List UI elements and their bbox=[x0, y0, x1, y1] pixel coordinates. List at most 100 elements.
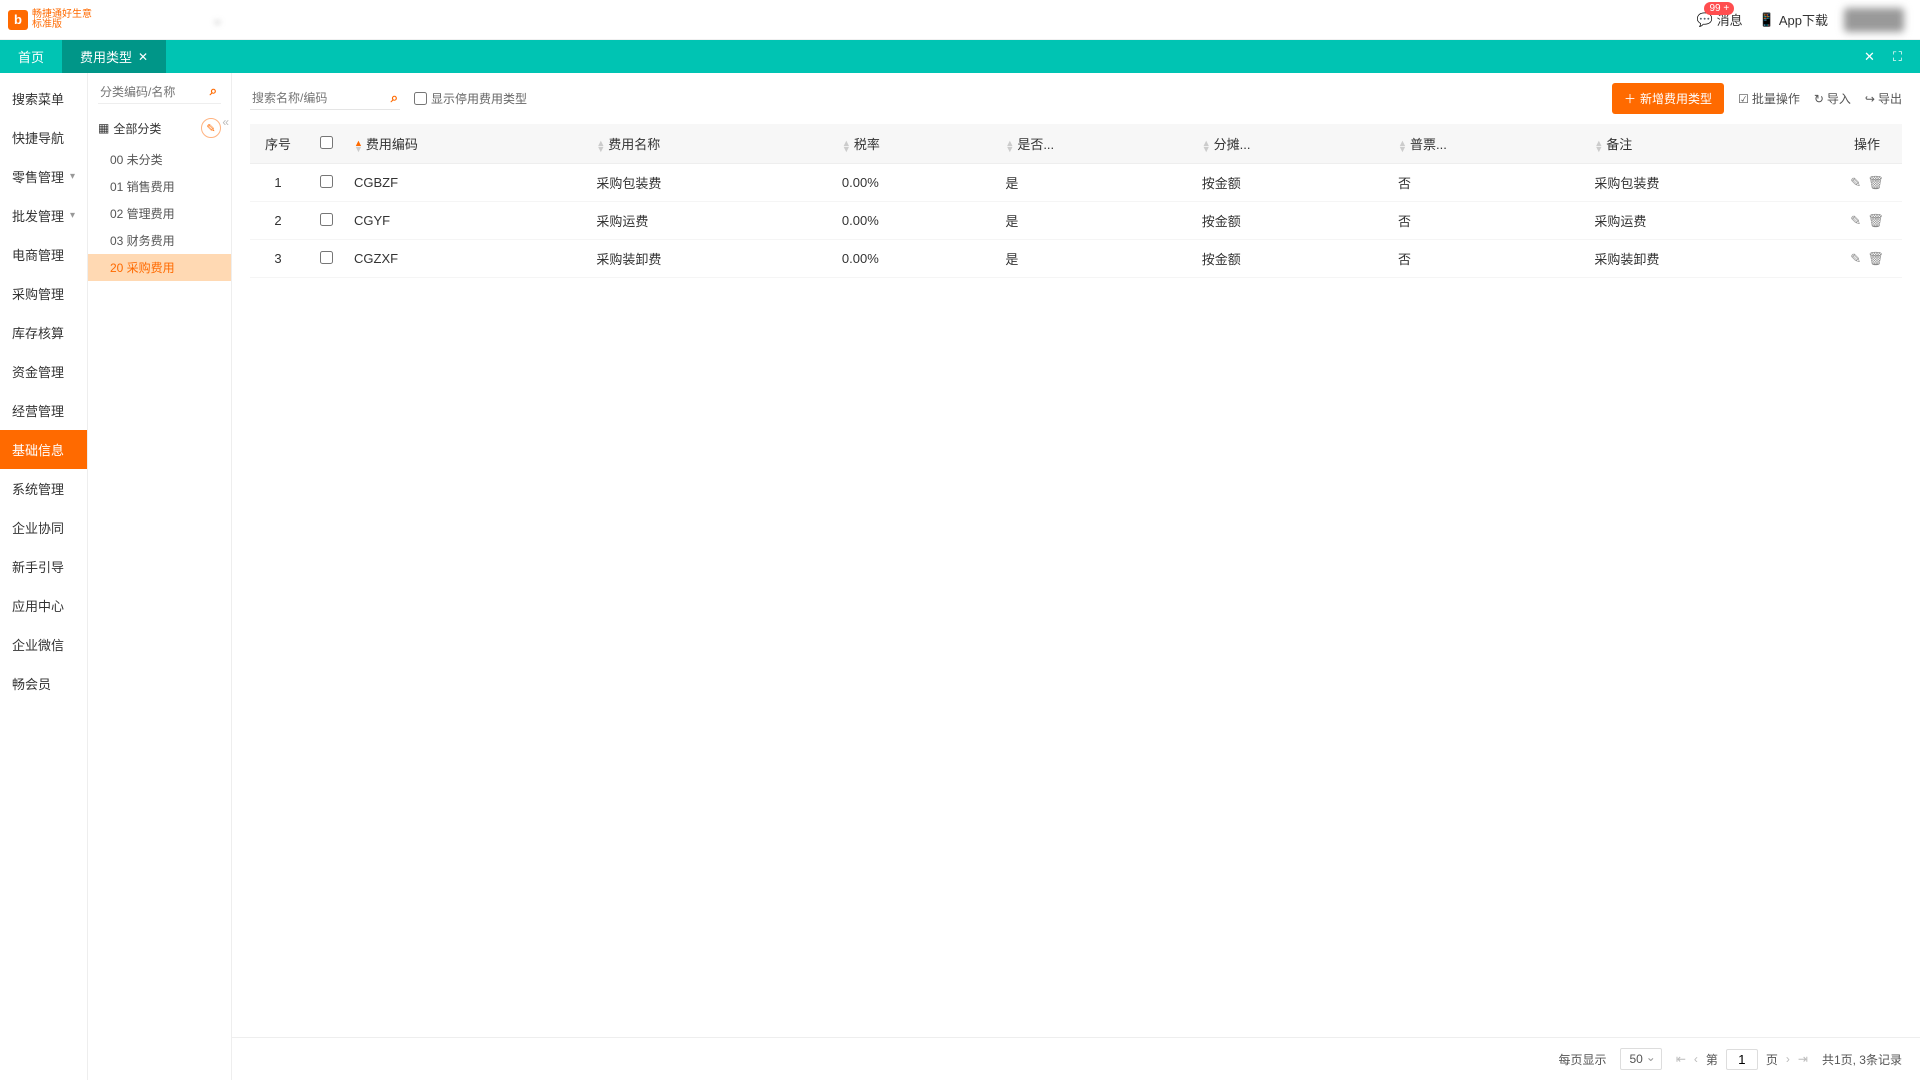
table-search-input[interactable] bbox=[250, 87, 400, 110]
toolbar-right: ＋ 新增费用类型 ☑ 批量操作 ↻ 导入 ↪ 导出 bbox=[1612, 83, 1902, 114]
export-icon: ↪ bbox=[1865, 92, 1875, 106]
category-item[interactable]: 03 财务费用 bbox=[88, 227, 231, 254]
nav-item[interactable]: 畅会员 bbox=[0, 664, 87, 703]
export-label: 导出 bbox=[1878, 90, 1902, 107]
nav-label: 系统管理 bbox=[12, 479, 64, 498]
col-alloc[interactable]: ▲▼分摊... bbox=[1194, 124, 1390, 164]
table-row[interactable]: 1CGBZF采购包装费0.00%是按金额否采购包装费✎🗑 bbox=[250, 164, 1902, 202]
page-summary: 共1页, 3条记录 bbox=[1822, 1051, 1902, 1068]
chevron-down-icon: ⌄ bbox=[212, 12, 223, 28]
prev-page-icon[interactable]: ‹ bbox=[1694, 1052, 1698, 1066]
nav-item[interactable]: 库存核算 bbox=[0, 313, 87, 352]
col-index[interactable]: 序号 bbox=[250, 124, 306, 164]
edit-icon[interactable]: ✎ bbox=[1850, 175, 1861, 190]
page-input[interactable] bbox=[1726, 1049, 1758, 1070]
nav-item[interactable]: 经营管理 bbox=[0, 391, 87, 430]
import-button[interactable]: ↻ 导入 bbox=[1814, 90, 1851, 107]
nav-item[interactable]: 批发管理▾ bbox=[0, 196, 87, 235]
row-checkbox[interactable] bbox=[320, 175, 333, 188]
nav-item[interactable]: 搜索菜单 bbox=[0, 79, 87, 118]
batch-ops-button[interactable]: ☑ 批量操作 bbox=[1738, 90, 1800, 107]
nav-item[interactable]: 采购管理 bbox=[0, 274, 87, 313]
col-ticket[interactable]: ▲▼普票... bbox=[1390, 124, 1586, 164]
show-disabled-label: 显示停用费用类型 bbox=[431, 90, 527, 107]
col-rate[interactable]: ▲▼税率 bbox=[834, 124, 998, 164]
main-layout: 搜索菜单快捷导航零售管理▾批发管理▾ 电商管理采购管理库存核算资金管理经营管理基础… bbox=[0, 73, 1920, 1080]
tab-expense-type[interactable]: 费用类型 ✕ bbox=[62, 40, 166, 73]
delete-icon[interactable]: 🗑 bbox=[1867, 213, 1884, 228]
nav-label: 资金管理 bbox=[12, 362, 64, 381]
category-item[interactable]: 00 未分类 bbox=[88, 146, 231, 173]
org-selector[interactable]: ⌄ bbox=[108, 10, 235, 29]
tab-home[interactable]: 首页 bbox=[0, 40, 62, 73]
cell-ticket: 否 bbox=[1390, 164, 1586, 202]
edit-category-icon[interactable]: ✎ bbox=[201, 118, 221, 138]
delete-icon[interactable]: 🗑 bbox=[1867, 175, 1884, 190]
search-icon[interactable]: ⌕ bbox=[210, 83, 217, 99]
delete-icon[interactable]: 🗑 bbox=[1867, 251, 1884, 266]
nav-item[interactable]: 基础信息 bbox=[0, 430, 87, 469]
show-disabled-input[interactable] bbox=[414, 92, 427, 105]
cell-ops: ✎🗑 bbox=[1832, 164, 1902, 202]
cell-checkbox bbox=[306, 202, 346, 240]
edit-icon[interactable]: ✎ bbox=[1850, 251, 1861, 266]
logo[interactable]: b 畅捷通好生意 标准版 bbox=[0, 6, 100, 34]
fullscreen-icon[interactable]: ⛶ bbox=[1889, 47, 1906, 67]
category-item[interactable]: 01 销售费用 bbox=[88, 173, 231, 200]
user-avatar[interactable] bbox=[1844, 8, 1904, 32]
col-code[interactable]: ▲▼费用编码 bbox=[346, 124, 588, 164]
export-button[interactable]: ↪ 导出 bbox=[1865, 90, 1902, 107]
category-search-input[interactable] bbox=[98, 81, 221, 104]
row-checkbox[interactable] bbox=[320, 251, 333, 264]
toolbar: ⌕ 显示停用费用类型 ＋ 新增费用类型 ☑ 批量操作 ↻ 导入 bbox=[232, 73, 1920, 124]
cell-code: CGZXF bbox=[346, 240, 588, 278]
table-row[interactable]: 2CGYF采购运费0.00%是按金额否采购运费✎🗑 bbox=[250, 202, 1902, 240]
caret-icon: ▾ bbox=[70, 210, 75, 221]
add-expense-type-button[interactable]: ＋ 新增费用类型 bbox=[1612, 83, 1724, 114]
nav-item[interactable]: 电商管理 bbox=[0, 235, 87, 274]
cell-remark: 采购包装费 bbox=[1586, 164, 1832, 202]
next-page-icon[interactable]: › bbox=[1786, 1052, 1790, 1066]
nav-item[interactable]: 零售管理▾ bbox=[0, 157, 87, 196]
table-row[interactable]: 3CGZXF采购装卸费0.00%是按金额否采购装卸费✎🗑 bbox=[250, 240, 1902, 278]
edit-icon[interactable]: ✎ bbox=[1850, 213, 1861, 228]
col-is[interactable]: ▲▼是否... bbox=[997, 124, 1193, 164]
nav-label: 电商管理 bbox=[12, 245, 64, 264]
page-suffix: 页 bbox=[1766, 1051, 1778, 1068]
nav-item[interactable]: 资金管理 bbox=[0, 352, 87, 391]
cell-ops: ✎🗑 bbox=[1832, 240, 1902, 278]
select-all-checkbox[interactable] bbox=[320, 136, 333, 149]
first-page-icon[interactable]: ⇤ bbox=[1676, 1052, 1686, 1066]
app-download-link[interactable]: 📱 App下载 bbox=[1759, 10, 1828, 29]
col-remark[interactable]: ▲▼备注 bbox=[1586, 124, 1832, 164]
nav-label: 搜索菜单 bbox=[12, 89, 64, 108]
col-name[interactable]: ▲▼费用名称 bbox=[588, 124, 834, 164]
per-page-select[interactable]: 50 bbox=[1620, 1048, 1661, 1070]
cell-is: 是 bbox=[997, 164, 1193, 202]
nav-item[interactable]: 新手引导 bbox=[0, 547, 87, 586]
add-button-label: 新增费用类型 bbox=[1640, 90, 1712, 107]
nav-item[interactable]: 应用中心 bbox=[0, 586, 87, 625]
category-all[interactable]: ▦ 全部分类 bbox=[98, 120, 161, 137]
category-item[interactable]: 20 采购费用 bbox=[88, 254, 231, 281]
cell-remark: 采购运费 bbox=[1586, 202, 1832, 240]
category-item[interactable]: 02 管理费用 bbox=[88, 200, 231, 227]
nav-item[interactable]: 系统管理 bbox=[0, 469, 87, 508]
toolbar-left: ⌕ 显示停用费用类型 bbox=[250, 87, 527, 110]
nav-label: 基础信息 bbox=[12, 440, 64, 459]
show-disabled-checkbox[interactable]: 显示停用费用类型 bbox=[414, 90, 527, 107]
collapse-icon[interactable]: « bbox=[222, 115, 229, 129]
nav-item[interactable]: 快捷导航 bbox=[0, 118, 87, 157]
messages-badge: 99 + bbox=[1704, 2, 1734, 15]
close-icon[interactable]: ✕ bbox=[138, 50, 148, 64]
nav-item[interactable]: 企业微信 bbox=[0, 625, 87, 664]
search-icon[interactable]: ⌕ bbox=[391, 90, 398, 106]
pager: 每页显示 50 ⇤ ‹ 第 页 › ⇥ 共1页, 3条记录 bbox=[232, 1037, 1920, 1080]
messages-link[interactable]: 99 + 💬 消息 bbox=[1696, 10, 1742, 29]
row-checkbox[interactable] bbox=[320, 213, 333, 226]
close-all-icon[interactable]: ✕ bbox=[1860, 47, 1879, 67]
last-page-icon[interactable]: ⇥ bbox=[1798, 1052, 1808, 1066]
nav-item[interactable]: 企业协同 bbox=[0, 508, 87, 547]
col-checkbox[interactable] bbox=[306, 124, 346, 164]
app-download-label: App下载 bbox=[1779, 10, 1828, 29]
